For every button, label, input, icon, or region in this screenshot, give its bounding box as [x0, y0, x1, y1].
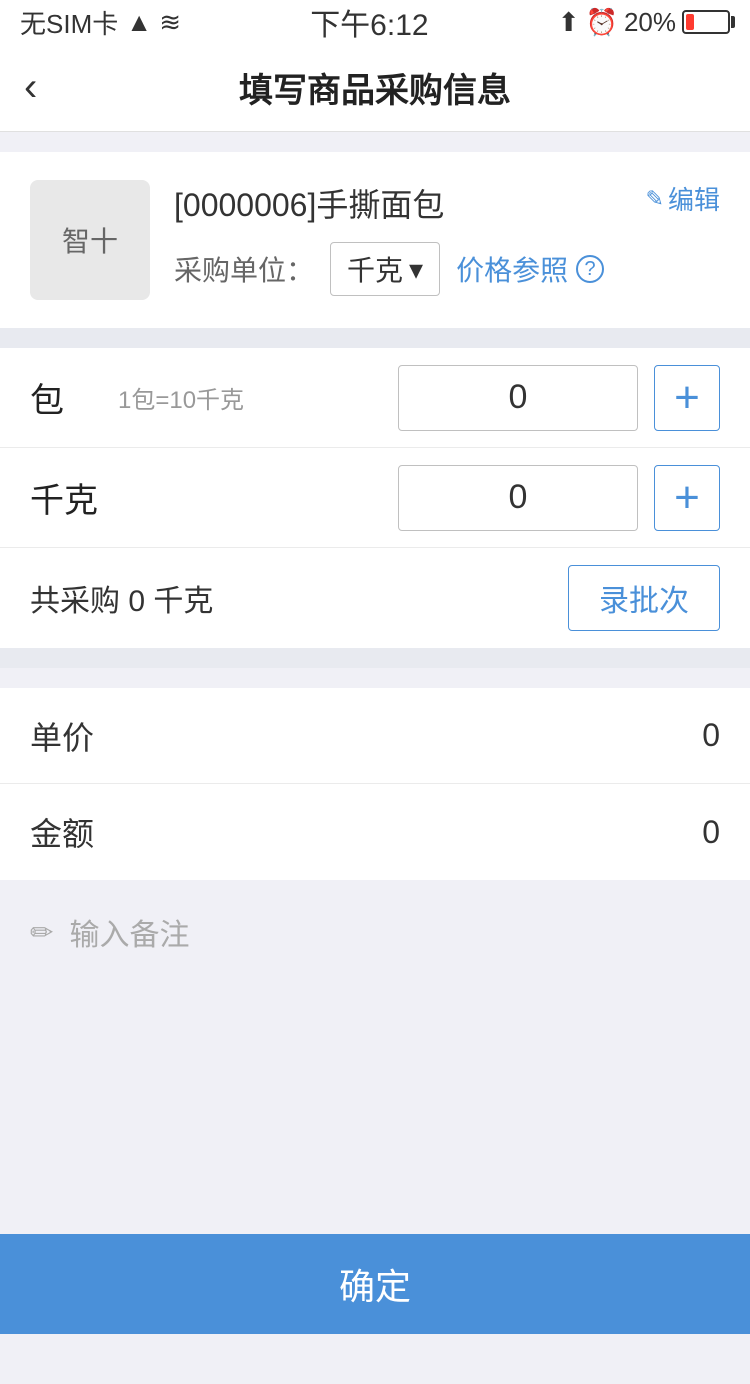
- status-right: ⬆ ⏰ 20%: [558, 7, 730, 38]
- total-label: 共采购 0 千克: [30, 576, 213, 620]
- unit-value: 千克: [347, 249, 403, 289]
- purchase-unit-label: 采购单位：: [174, 249, 314, 289]
- product-id: [0000006]: [174, 187, 316, 223]
- back-button[interactable]: ‹: [24, 65, 37, 110]
- product-name: [0000006]手撕面包: [174, 180, 444, 226]
- product-image: 智十: [30, 180, 150, 300]
- status-left: 无SIM卡 ▲ ≋: [20, 4, 181, 41]
- nav-bar: ‹ 填写商品采购信息: [0, 44, 750, 132]
- product-card: 智十 [0000006]手撕面包 ✎ 编辑 采购单位： 千克 ▾ 价格参照 ?: [0, 152, 750, 328]
- amount-value: 0: [702, 814, 720, 851]
- bag-plus-button[interactable]: +: [654, 365, 720, 431]
- kg-quantity-input[interactable]: 0: [398, 465, 638, 531]
- bag-label: 包: [30, 373, 110, 422]
- price-ref-label: 价格参照: [456, 249, 568, 289]
- amount-row: 金额 0: [0, 784, 750, 880]
- purchase-unit-row: 采购单位： 千克 ▾ 价格参照 ?: [174, 242, 720, 296]
- unit-price-value: 0: [702, 717, 720, 754]
- alarm-icon: ⏰: [586, 7, 618, 38]
- notes-section[interactable]: ✏ 输入备注: [0, 880, 750, 984]
- bag-quantity-input[interactable]: 0: [398, 365, 638, 431]
- status-time: 下午6:12: [310, 0, 428, 44]
- notes-placeholder: 输入备注: [69, 910, 189, 954]
- info-icon: ?: [576, 255, 604, 283]
- price-section: 单价 0 金额 0: [0, 688, 750, 880]
- product-logo: 智十: [62, 220, 118, 260]
- carrier-text: 无SIM卡: [20, 4, 118, 41]
- record-batch-button[interactable]: 录批次: [568, 565, 720, 631]
- price-ref-button[interactable]: 价格参照 ?: [456, 249, 604, 289]
- quantity-row-bag: 包 1包=10千克 0 +: [0, 348, 750, 448]
- quantity-row-kg: 千克 0 +: [0, 448, 750, 548]
- product-info: [0000006]手撕面包 ✎ 编辑 采购单位： 千克 ▾ 价格参照 ?: [174, 180, 720, 296]
- unit-select[interactable]: 千克 ▾: [330, 242, 440, 296]
- input-section: 包 1包=10千克 0 + 千克 0 +: [0, 348, 750, 548]
- edit-label: 编辑: [668, 180, 720, 217]
- section-divider-1: [0, 328, 750, 348]
- confirm-label: 确定: [339, 1258, 411, 1310]
- kg-plus-button[interactable]: +: [654, 465, 720, 531]
- amount-label: 金额: [30, 809, 94, 855]
- section-divider-2: [0, 648, 750, 668]
- product-title: 手撕面包: [316, 187, 444, 223]
- edit-button[interactable]: ✎ 编辑: [646, 180, 720, 217]
- edit-icon: ✎: [646, 186, 664, 212]
- battery-percent: 20%: [624, 7, 676, 38]
- battery-icon: [682, 10, 730, 34]
- status-bar: 无SIM卡 ▲ ≋ 下午6:12 ⬆ ⏰ 20%: [0, 0, 750, 44]
- page-title: 填写商品采购信息: [239, 63, 511, 112]
- location-icon: ⬆: [558, 7, 580, 38]
- unit-price-label: 单价: [30, 713, 94, 759]
- kg-label: 千克: [30, 473, 110, 522]
- pencil-icon: ✏: [30, 916, 53, 949]
- unit-price-row: 单价 0: [0, 688, 750, 784]
- bag-sub-label: 1包=10千克: [118, 380, 244, 415]
- total-row: 共采购 0 千克 录批次: [0, 548, 750, 648]
- dropdown-icon: ▾: [409, 253, 423, 286]
- wifi-icon: ▲ ≋: [126, 7, 181, 38]
- confirm-button[interactable]: 确定: [0, 1234, 750, 1334]
- product-name-row: [0000006]手撕面包 ✎ 编辑: [174, 180, 720, 226]
